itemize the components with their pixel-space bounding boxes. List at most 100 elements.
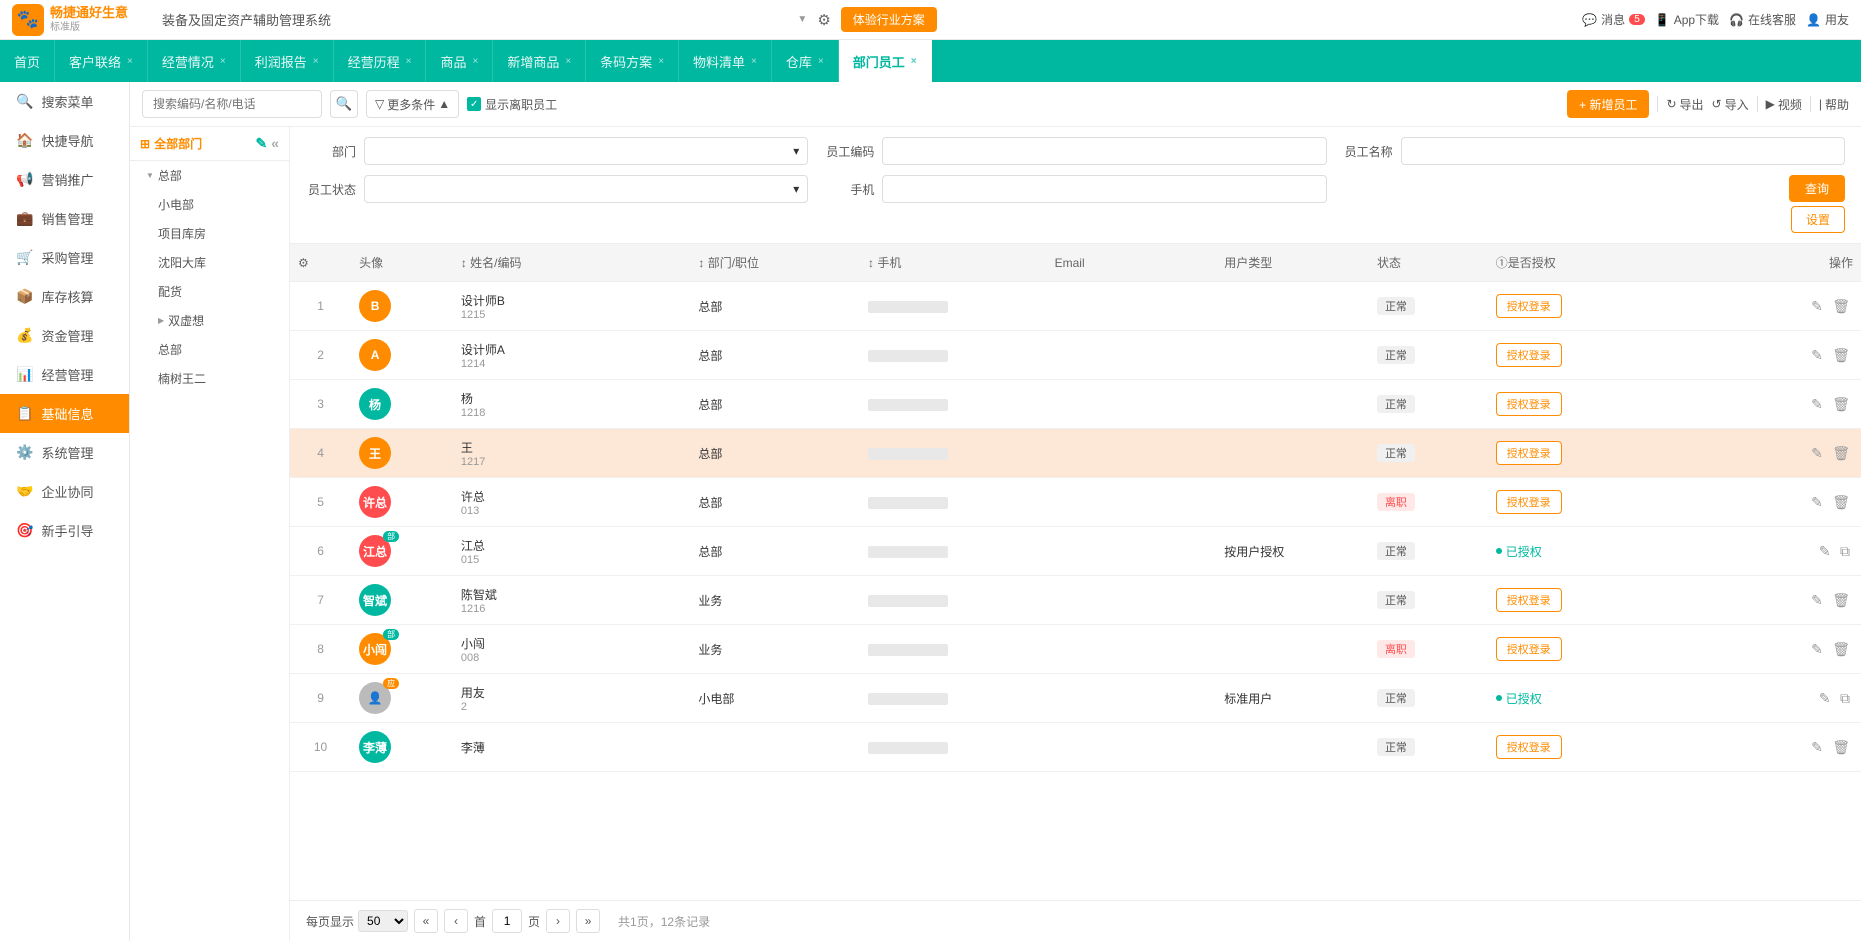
sidebar-item-guide[interactable]: 🎯 新手引导 (0, 511, 129, 550)
delete-button[interactable]: 🗑 (1829, 641, 1853, 658)
edit-button[interactable]: ✎ (1808, 396, 1826, 413)
reset-button[interactable]: 设置 (1791, 206, 1845, 233)
sidebar-item-marketing[interactable]: 📢 营销推广 (0, 160, 129, 199)
copy-button[interactable]: ⧉ (1837, 543, 1853, 560)
edit-button[interactable]: ✎ (1816, 690, 1834, 707)
prev-page-button[interactable]: ‹ (444, 909, 468, 933)
col-settings[interactable]: ⚙ (290, 244, 351, 282)
emp-name-input[interactable] (1401, 137, 1845, 165)
show-resigned-toggle[interactable]: ✓ 显示离职员工 (467, 96, 557, 113)
close-icon[interactable]: × (911, 56, 917, 67)
app-download-button[interactable]: 📱 App下载 (1655, 11, 1719, 28)
system-dropdown-icon[interactable]: ▼ (797, 14, 807, 25)
auth-button[interactable]: 授权登录 (1496, 392, 1562, 416)
tab-barcode[interactable]: 条码方案× (586, 40, 679, 82)
close-icon[interactable]: × (313, 56, 319, 67)
tab-profit[interactable]: 利润报告× (241, 40, 334, 82)
close-icon[interactable]: × (220, 56, 226, 67)
auth-button[interactable]: 授权登录 (1496, 637, 1562, 661)
emp-code-input[interactable] (882, 137, 1326, 165)
sidebar-item-inventory[interactable]: 📦 库存核算 (0, 277, 129, 316)
tab-customer[interactable]: 客户联络× (55, 40, 148, 82)
checkbox-icon[interactable]: ✓ (467, 97, 481, 111)
delete-button[interactable]: 🗑 (1829, 494, 1853, 511)
col-name-code[interactable]: ↕ 姓名/编码 (453, 244, 691, 282)
tab-new-goods[interactable]: 新增商品× (493, 40, 586, 82)
tab-goods[interactable]: 商品× (426, 40, 493, 82)
last-page-button[interactable]: » (576, 909, 600, 933)
edit-button[interactable]: ✎ (1808, 298, 1826, 315)
auth-button[interactable]: 授权登录 (1496, 588, 1562, 612)
close-icon[interactable]: × (818, 56, 824, 67)
edit-dept-icon[interactable]: ✎ (255, 135, 267, 152)
search-button[interactable]: 🔍 (330, 90, 358, 118)
per-page-select[interactable]: 50 20 100 (358, 910, 408, 932)
close-icon[interactable]: × (127, 56, 133, 67)
delete-button[interactable]: 🗑 (1829, 347, 1853, 364)
edit-button[interactable]: ✎ (1808, 641, 1826, 658)
auth-button[interactable]: 授权登录 (1496, 294, 1562, 318)
phone-input[interactable] (882, 175, 1326, 203)
service-button[interactable]: 🎧 在线客服 (1729, 11, 1796, 28)
msg-button[interactable]: 💬 消息 5 (1582, 11, 1645, 28)
edit-button[interactable]: ✎ (1816, 543, 1834, 560)
auth-button[interactable]: 授权登录 (1496, 490, 1562, 514)
export-button[interactable]: ↻ 导出 (1666, 96, 1703, 113)
page-input[interactable] (492, 909, 522, 933)
search-input[interactable] (142, 90, 322, 118)
dept-item-nanshu[interactable]: 楠树王二 (130, 364, 289, 393)
edit-button[interactable]: ✎ (1808, 739, 1826, 756)
delete-button[interactable]: 🗑 (1829, 592, 1853, 609)
sidebar-item-basic[interactable]: 📋 基础信息 (0, 394, 129, 433)
sidebar-item-purchase[interactable]: 🛒 采购管理 (0, 238, 129, 277)
tab-employees[interactable]: 部门员工× (839, 40, 932, 82)
close-icon[interactable]: × (472, 56, 478, 67)
trial-button[interactable]: 体验行业方案 (841, 7, 937, 32)
first-page-button[interactable]: « (414, 909, 438, 933)
sidebar-item-system[interactable]: ⚙️ 系统管理 (0, 433, 129, 472)
sidebar-item-sales[interactable]: 💼 销售管理 (0, 199, 129, 238)
more-filter-button[interactable]: ▽ 更多条件 ▲ (366, 90, 459, 118)
tab-home[interactable]: 首页 (0, 40, 55, 82)
add-employee-button[interactable]: + 新增员工 (1567, 90, 1649, 118)
close-icon[interactable]: × (565, 56, 571, 67)
sidebar-item-collab[interactable]: 🤝 企业协同 (0, 472, 129, 511)
edit-button[interactable]: ✎ (1808, 445, 1826, 462)
col-phone[interactable]: ↕ 手机 (860, 244, 1047, 282)
auth-button[interactable]: 授权登录 (1496, 343, 1562, 367)
dept-select[interactable]: ▾ (364, 137, 808, 165)
delete-button[interactable]: 🗑 (1829, 445, 1853, 462)
sidebar-item-nav[interactable]: 🏠 快捷导航 (0, 121, 129, 160)
status-select[interactable]: ▾ (364, 175, 808, 203)
delete-button[interactable]: 🗑 (1829, 298, 1853, 315)
user-button[interactable]: 👤 用友 (1806, 11, 1849, 28)
next-page-button[interactable]: › (546, 909, 570, 933)
delete-button[interactable]: 🗑 (1829, 739, 1853, 756)
close-icon[interactable]: × (406, 56, 412, 67)
close-icon[interactable]: × (658, 56, 664, 67)
edit-button[interactable]: ✎ (1808, 494, 1826, 511)
auth-button[interactable]: 授权登录 (1496, 735, 1562, 759)
settings-icon[interactable]: ⚙ (817, 11, 830, 29)
delete-button[interactable]: 🗑 (1829, 396, 1853, 413)
dept-item-shenyang[interactable]: 沈阳大库 (130, 248, 289, 277)
dept-item-peihuo[interactable]: 配货 (130, 277, 289, 306)
sidebar-item-search[interactable]: 🔍 搜索菜单 (0, 82, 129, 121)
collapse-dept-icon[interactable]: « (271, 135, 279, 152)
edit-button[interactable]: ✎ (1808, 347, 1826, 364)
dept-item-xiaodibu[interactable]: 小电部 (130, 190, 289, 219)
dept-item-zongbu-child[interactable]: 总部 (130, 335, 289, 364)
sidebar-item-finance[interactable]: 💰 资金管理 (0, 316, 129, 355)
col-dept-pos[interactable]: ↕ 部门/职位 (690, 244, 860, 282)
dept-item-zongbu-parent[interactable]: ▼ 总部 (130, 161, 289, 190)
close-icon[interactable]: × (751, 56, 757, 67)
import-button[interactable]: ↺ 导入 (1712, 96, 1749, 113)
dept-item-shuangxuxiang[interactable]: ▶ 双虚想 (130, 306, 289, 335)
sidebar-item-bizmanage[interactable]: 📊 经营管理 (0, 355, 129, 394)
tab-operation[interactable]: 经营情况× (148, 40, 241, 82)
tab-warehouse[interactable]: 仓库× (772, 40, 839, 82)
query-button[interactable]: 查询 (1789, 175, 1845, 202)
video-button[interactable]: ▶ 视频 (1766, 96, 1802, 113)
tab-bom[interactable]: 物料清单× (679, 40, 772, 82)
edit-button[interactable]: ✎ (1808, 592, 1826, 609)
